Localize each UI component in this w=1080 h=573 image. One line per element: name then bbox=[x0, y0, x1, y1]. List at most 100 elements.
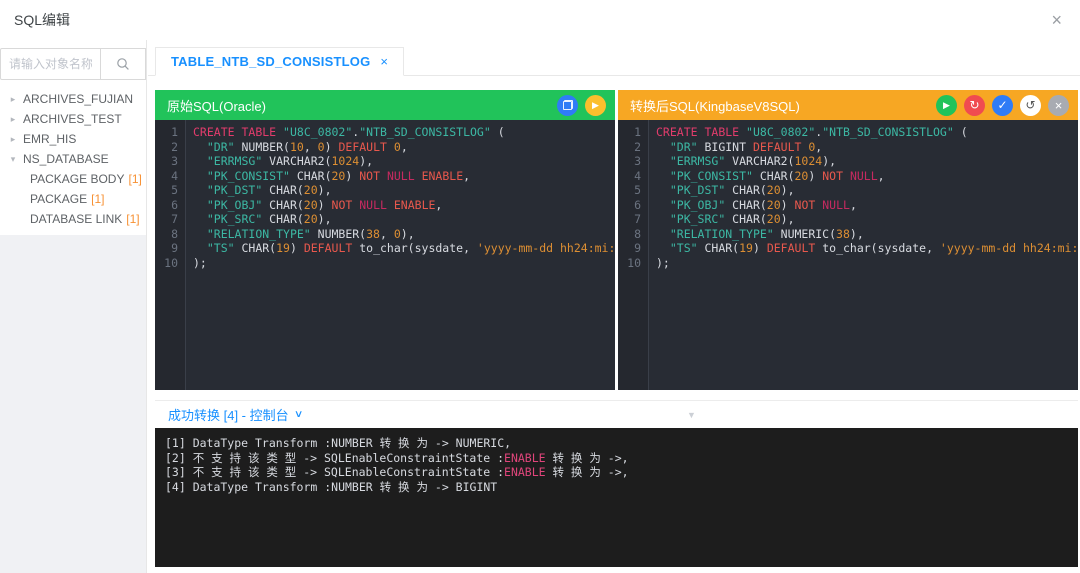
tree-item-archives-fujian[interactable]: ▸ ARCHIVES_FUJIAN bbox=[0, 89, 146, 109]
close-button[interactable]: × bbox=[1048, 94, 1069, 116]
tree-item-package[interactable]: PACKAGE [1] bbox=[0, 189, 146, 209]
code-line: "PK_OBJ" CHAR(20) NOT NULL, bbox=[669, 197, 857, 212]
console-title: 成功转换 [4] - 控制台 bbox=[168, 408, 289, 423]
code-line: "ERRMSG" VARCHAR2(1024), bbox=[206, 154, 374, 168]
tree-item-label: ARCHIVES_FUJIAN bbox=[23, 92, 134, 106]
line-number: 3 bbox=[634, 154, 641, 168]
reset-button[interactable]: ↻ bbox=[964, 94, 985, 116]
tree-item-label: ARCHIVES_TEST bbox=[23, 112, 122, 126]
code-line: [4] DataType Transform :NUMBER 转 换 为 -> … bbox=[165, 479, 498, 494]
close-icon[interactable]: × bbox=[1051, 11, 1062, 29]
tab-table-ntb-sd-consistlog[interactable]: TABLE_NTB_SD_CONSISTLOG × bbox=[155, 47, 404, 76]
main-area: TABLE_NTB_SD_CONSISTLOG × 原始SQL(Oracle) … bbox=[148, 40, 1080, 573]
code-line: "ERRMSG" VARCHAR2(1024), bbox=[669, 154, 837, 168]
sql-panels: 原始SQL(Oracle) ▶ 1 2 3 4 5 6 7 8 9 10 CREATE TABLE… bbox=[155, 90, 1078, 390]
editor-content: 原始SQL(Oracle) ▶ 1 2 3 4 5 6 7 8 9 10 CREATE TABLE… bbox=[148, 76, 1080, 567]
code-line: "DR" BIGINT DEFAULT 0, bbox=[669, 139, 823, 154]
sidebar-filler bbox=[0, 235, 146, 573]
line-number: 1 bbox=[171, 125, 178, 139]
line-number: 9 bbox=[171, 241, 178, 255]
converted-sql-code: CREATE TABLE "U8C_0802"."NTB_SD_CONSISTL… bbox=[649, 120, 1078, 390]
caret-expanded-icon[interactable]: ▾ bbox=[8, 154, 18, 165]
copy-icon bbox=[562, 100, 573, 110]
window-title: SQL编辑 bbox=[14, 12, 71, 28]
tree-item-package-body[interactable]: PACKAGE BODY [1] bbox=[0, 169, 146, 189]
code-line: "DR" NUMBER(10, 0) DEFAULT 0, bbox=[206, 139, 408, 154]
code-line: "TS" CHAR(19) DEFAULT to_char(sysdate, '… bbox=[206, 241, 615, 255]
search-icon bbox=[117, 58, 129, 70]
line-number: 4 bbox=[171, 168, 178, 183]
code-line: ); bbox=[656, 255, 670, 270]
copy-button[interactable] bbox=[557, 94, 578, 116]
object-count-badge: [1] bbox=[126, 212, 140, 226]
code-line: [2] 不 支 持 该 类 型 -> SQLEnableConstraintSt… bbox=[165, 450, 629, 465]
object-tree: ▸ ARCHIVES_FUJIAN ▸ ARCHIVES_TEST ▸ EMR_HIS ▾ N… bbox=[0, 87, 146, 235]
caret-collapsed-icon[interactable]: ▸ bbox=[8, 114, 18, 125]
caret-collapsed-icon[interactable]: ▸ bbox=[8, 134, 18, 145]
line-number: 4 bbox=[634, 168, 641, 183]
source-sql-editor[interactable]: 1 2 3 4 5 6 7 8 9 10 CREATE TABLE "U8C_0802"."NTB… bbox=[155, 120, 615, 390]
line-number: 10 bbox=[164, 255, 178, 270]
source-sql-code: CREATE TABLE "U8C_0802"."NTB_SD_CONSISTL… bbox=[186, 120, 615, 390]
object-sidebar: ▸ ARCHIVES_FUJIAN ▸ ARCHIVES_TEST ▸ EMR_HIS ▾ N… bbox=[0, 40, 147, 573]
code-line: "PK_OBJ" CHAR(20) NOT NULL ENABLE, bbox=[206, 197, 443, 212]
console-output: [1] DataType Transform :NUMBER 转 换 为 -> … bbox=[155, 428, 1078, 567]
line-number: 5 bbox=[634, 183, 641, 197]
code-line: CREATE TABLE "U8C_0802"."NTB_SD_CONSISTL… bbox=[193, 125, 505, 139]
converted-sql-header: 转换后SQL(KingbaseV8SQL) ▶ ↻ ✓ ↺ × bbox=[618, 90, 1078, 120]
code-line: "PK_CONSIST" CHAR(20) NOT NULL ENABLE, bbox=[206, 168, 471, 183]
object-count-badge: [1] bbox=[91, 192, 105, 206]
code-line: CREATE TABLE "U8C_0802"."NTB_SD_CONSISTL… bbox=[656, 125, 968, 139]
line-number: 2 bbox=[171, 139, 178, 154]
source-sql-panel: 原始SQL(Oracle) ▶ 1 2 3 4 5 6 7 8 9 10 CREATE TABLE… bbox=[155, 90, 615, 390]
tree-item-archives-test[interactable]: ▸ ARCHIVES_TEST bbox=[0, 109, 146, 129]
line-number: 9 bbox=[634, 241, 641, 255]
code-line: ); bbox=[193, 255, 207, 270]
source-sql-title: 原始SQL(Oracle) bbox=[167, 98, 266, 114]
apply-button[interactable]: ✓ bbox=[992, 94, 1013, 116]
search-row bbox=[0, 40, 146, 87]
code-line: "PK_DST" CHAR(20), bbox=[206, 183, 332, 197]
line-number: 3 bbox=[171, 154, 178, 168]
caret-collapsed-icon[interactable]: ▸ bbox=[8, 94, 18, 105]
line-number: 8 bbox=[171, 226, 178, 241]
converted-sql-editor[interactable]: 1 2 3 4 5 6 7 8 9 10 CREATE TABLE "U8C_0802"."NTB… bbox=[618, 120, 1078, 390]
line-number: 6 bbox=[634, 197, 641, 212]
search-input[interactable] bbox=[0, 48, 101, 80]
object-count-badge: [1] bbox=[128, 172, 142, 186]
code-line: "PK_CONSIST" CHAR(20) NOT NULL, bbox=[669, 168, 885, 183]
tree-item-label: PACKAGE bbox=[30, 192, 88, 206]
tab-close-icon[interactable]: × bbox=[380, 54, 388, 69]
tab-label: TABLE_NTB_SD_CONSISTLOG bbox=[171, 54, 371, 69]
window-titlebar: SQL编辑 × bbox=[0, 0, 1080, 40]
code-line: "TS" CHAR(19) DEFAULT to_char(sysdate, '… bbox=[669, 241, 1078, 255]
tree-item-label: PACKAGE BODY bbox=[30, 172, 125, 186]
tree-item-emr-his[interactable]: ▸ EMR_HIS bbox=[0, 129, 146, 149]
tab-strip: TABLE_NTB_SD_CONSISTLOG × bbox=[148, 40, 1080, 76]
line-number-gutter: 1 2 3 4 5 6 7 8 9 10 bbox=[618, 120, 649, 390]
converted-sql-panel: 转换后SQL(KingbaseV8SQL) ▶ ↻ ✓ ↺ × 1 2 3 4 5 6 7 8 9 10 … bbox=[618, 90, 1078, 390]
line-number: 7 bbox=[171, 212, 178, 226]
run-button[interactable]: ▶ bbox=[585, 94, 606, 116]
console-section: 成功转换 [4] - 控制台 ∨ ▼ [1] DataType Transfor… bbox=[155, 400, 1078, 567]
console-header[interactable]: 成功转换 [4] - 控制台 ∨ ▼ bbox=[155, 400, 1078, 428]
collapse-caret-icon[interactable]: ▼ bbox=[687, 410, 696, 420]
history-button[interactable]: ↺ bbox=[1020, 94, 1041, 116]
tree-item-label: DATABASE LINK bbox=[30, 212, 123, 226]
chevron-down-icon[interactable]: ∨ bbox=[294, 409, 304, 420]
line-number: 8 bbox=[634, 226, 641, 241]
converted-sql-actions: ▶ ↻ ✓ ↺ × bbox=[936, 94, 1069, 116]
search-button[interactable] bbox=[101, 48, 146, 80]
line-number: 7 bbox=[634, 212, 641, 226]
source-sql-actions: ▶ bbox=[557, 94, 606, 116]
code-line: [3] 不 支 持 该 类 型 -> SQLEnableConstraintSt… bbox=[165, 465, 629, 480]
tree-item-label: EMR_HIS bbox=[23, 132, 77, 146]
code-line: "RELATION_TYPE" NUMERIC(38), bbox=[669, 226, 864, 241]
code-line: "PK_SRC" CHAR(20), bbox=[669, 212, 795, 226]
tree-item-database-link[interactable]: DATABASE LINK [1] bbox=[0, 209, 146, 229]
tree-item-ns-database[interactable]: ▾ NS_DATABASE bbox=[0, 149, 146, 169]
tree-item-label: NS_DATABASE bbox=[23, 152, 109, 166]
run-button[interactable]: ▶ bbox=[936, 94, 957, 116]
line-number: 1 bbox=[634, 125, 641, 139]
line-number: 5 bbox=[171, 183, 178, 197]
